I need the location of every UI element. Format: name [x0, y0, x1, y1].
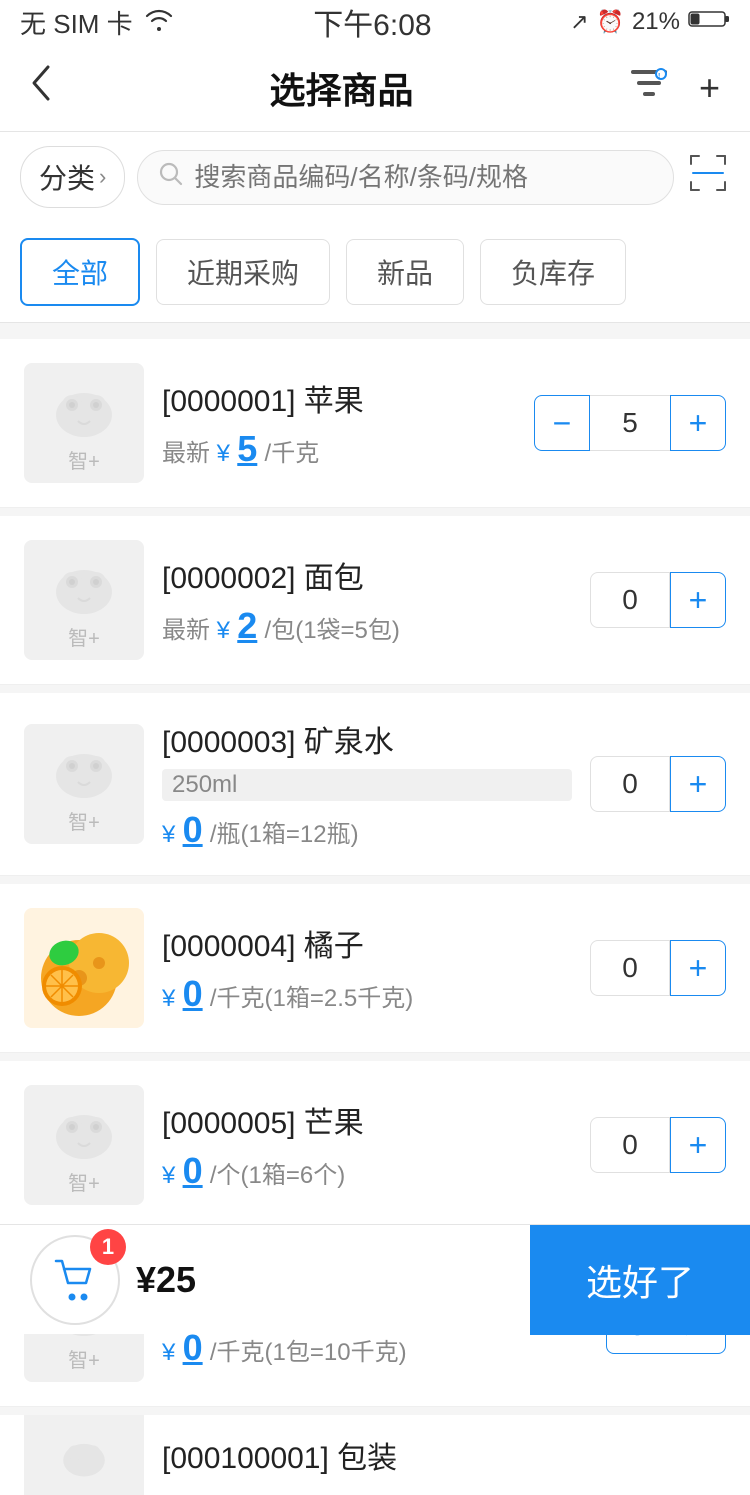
status-time: 下午6:08	[313, 0, 431, 44]
tab-recent[interactable]: 近期采购	[156, 239, 330, 305]
product-item-partial: [000100001] 包装	[0, 1415, 750, 1495]
carrier-label: 无 SIM 卡	[20, 4, 133, 41]
product-info: [0000004] 橘子 ¥ 0 /千克(1箱=2.5千克)	[162, 921, 572, 1015]
battery-icon	[688, 8, 730, 37]
product-image: 智+	[24, 724, 144, 844]
scan-button[interactable]	[686, 151, 730, 204]
item-divider	[0, 1407, 750, 1415]
status-right: ↗ ⏰ 21%	[570, 8, 730, 37]
battery-label: 21%	[632, 8, 680, 36]
product-name: [0000004] 橘子	[162, 921, 572, 965]
product-item: 智+ [0000003] 矿泉水 250ml ¥ 0 /瓶(1箱=12瓶) 0 …	[0, 693, 750, 876]
item-divider	[0, 876, 750, 884]
product-image: 智+	[24, 540, 144, 660]
qty-display: 0	[590, 572, 670, 628]
item-divider	[0, 1053, 750, 1061]
item-divider	[0, 508, 750, 516]
product-spec: 250ml	[162, 769, 572, 801]
tabs-bar: 全部 近期采购 新品 负库存	[0, 222, 750, 323]
product-price: ¥ 0 /个(1箱=6个)	[162, 1150, 572, 1192]
alarm-icon: ⏰	[597, 9, 624, 35]
qty-plus-button[interactable]: +	[670, 1117, 726, 1173]
status-left: 无 SIM 卡	[20, 4, 175, 41]
svg-text:!: !	[658, 73, 660, 80]
cart-total: ¥25	[136, 1259, 196, 1301]
qty-plus-button[interactable]: +	[670, 572, 726, 628]
product-item: [0000004] 橘子 ¥ 0 /千克(1箱=2.5千克) 0 +	[0, 884, 750, 1053]
product-name: [000100001] 包装	[162, 1442, 397, 1475]
qty-plus-button[interactable]: +	[670, 940, 726, 996]
category-button[interactable]: 分类 ›	[20, 146, 125, 208]
cart-badge: 1	[90, 1229, 126, 1265]
category-label: 分类	[39, 157, 95, 197]
qty-plus-button[interactable]: +	[670, 756, 726, 812]
location-icon: ↗	[570, 9, 588, 35]
cart-button[interactable]: 1	[30, 1235, 120, 1325]
confirm-button[interactable]: 选好了	[530, 1225, 750, 1335]
product-name: [0000003] 矿泉水	[162, 717, 572, 761]
search-input[interactable]	[194, 162, 653, 193]
search-icon	[158, 161, 184, 194]
nav-actions: ! +	[629, 66, 720, 109]
tab-new[interactable]: 新品	[346, 239, 464, 305]
search-input-wrap	[137, 150, 674, 205]
footer: 1 ¥25 选好了	[0, 1224, 750, 1334]
qty-display: 0	[590, 1117, 670, 1173]
qty-display: 0	[590, 756, 670, 812]
qty-control: 0 +	[590, 940, 726, 996]
item-divider	[0, 685, 750, 693]
product-image: 智+	[24, 1085, 144, 1205]
back-button[interactable]	[30, 63, 54, 112]
product-name: [0000001] 苹果	[162, 376, 516, 420]
page-title: 选择商品	[269, 62, 413, 114]
product-price: ¥ 0 /瓶(1箱=12瓶)	[162, 809, 572, 851]
product-info: [0000001] 苹果 最新 ¥ 5 /千克	[162, 376, 516, 470]
add-button[interactable]: +	[699, 67, 720, 109]
product-price: ¥ 0 /千克(1箱=2.5千克)	[162, 973, 572, 1015]
qty-control: 0 +	[590, 572, 726, 628]
product-image	[24, 1415, 144, 1495]
qty-plus-button[interactable]: +	[670, 395, 726, 451]
product-info: [0000005] 芒果 ¥ 0 /个(1箱=6个)	[162, 1098, 572, 1192]
qty-display: 0	[590, 940, 670, 996]
product-item: 智+ [0000001] 苹果 最新 ¥ 5 /千克 − +	[0, 339, 750, 508]
product-image: 智+	[24, 363, 144, 483]
qty-control: 0 +	[590, 756, 726, 812]
product-info-partial: [000100001] 包装	[162, 1433, 397, 1477]
product-info: [0000003] 矿泉水 250ml ¥ 0 /瓶(1箱=12瓶)	[162, 717, 572, 851]
product-name: [0000002] 面包	[162, 553, 572, 597]
qty-minus-button[interactable]: −	[534, 395, 590, 451]
qty-input[interactable]	[590, 395, 670, 451]
product-item: 智+ [0000002] 面包 最新 ¥ 2 /包(1袋=5包) 0 +	[0, 516, 750, 685]
qty-control: − +	[534, 395, 726, 451]
tab-all[interactable]: 全部	[20, 238, 140, 306]
qty-control: 0 +	[590, 1117, 726, 1173]
cart-section: 1 ¥25	[0, 1235, 530, 1325]
status-bar: 无 SIM 卡 下午6:08 ↗ ⏰ 21%	[0, 0, 750, 44]
filter-button[interactable]: !	[629, 66, 669, 109]
wifi-icon	[143, 7, 175, 38]
tab-negative[interactable]: 负库存	[480, 239, 626, 305]
product-info: [0000002] 面包 最新 ¥ 2 /包(1袋=5包)	[162, 553, 572, 647]
nav-bar: 选择商品 ! +	[0, 44, 750, 132]
product-price: 最新 ¥ 5 /千克	[162, 428, 516, 470]
product-name: [0000005] 芒果	[162, 1098, 572, 1142]
search-bar: 分类 ›	[0, 132, 750, 222]
product-image	[24, 908, 144, 1028]
list-divider	[0, 323, 750, 339]
product-item: 智+ [0000005] 芒果 ¥ 0 /个(1箱=6个) 0 +	[0, 1061, 750, 1230]
product-price: 最新 ¥ 2 /包(1袋=5包)	[162, 605, 572, 647]
chevron-right-icon: ›	[99, 164, 106, 190]
